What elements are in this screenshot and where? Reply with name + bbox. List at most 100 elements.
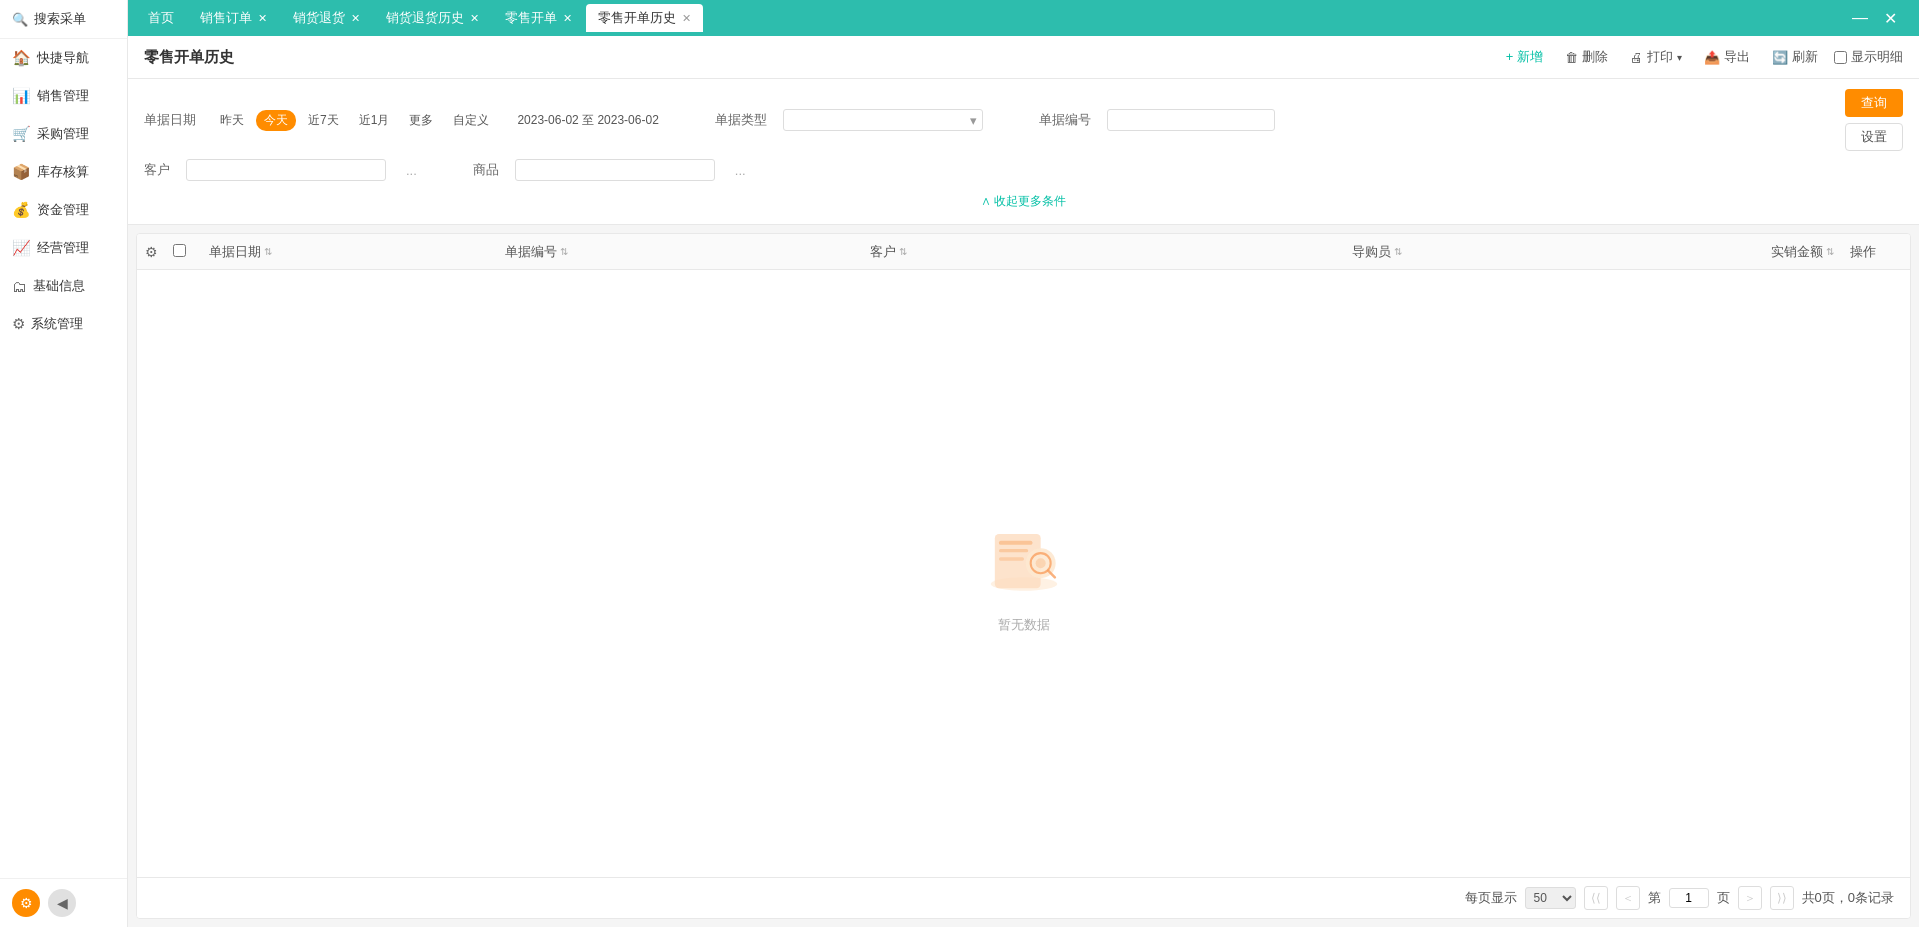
- sidebar-search[interactable]: 🔍 搜索采单: [0, 0, 127, 39]
- empty-illustration: [974, 514, 1074, 604]
- th-date-label: 单据日期: [209, 243, 261, 261]
- th-customer[interactable]: 客户 ⇅: [862, 243, 1344, 261]
- last-page-button[interactable]: ⟩⟩: [1770, 886, 1794, 910]
- sidebar-item-label: 快捷导航: [37, 49, 89, 67]
- tab-sales-return-history[interactable]: 销货退货历史 ✕: [374, 4, 491, 32]
- sidebar-item-system[interactable]: ⚙ 系统管理: [0, 305, 127, 343]
- doc-no-label: 单据编号: [1039, 111, 1091, 129]
- sort-no-icon: ⇅: [560, 246, 568, 257]
- export-button-label: 导出: [1724, 48, 1750, 66]
- sidebar-item-sales-mgmt[interactable]: 📊 销售管理: [0, 77, 127, 115]
- tab-sales-order[interactable]: 销售订单 ✕: [188, 4, 279, 32]
- refresh-button-label: 刷新: [1792, 48, 1818, 66]
- filter-row-2: 客户 ... 商品 ...: [144, 159, 1903, 181]
- customer-input[interactable]: [186, 159, 386, 181]
- tab-home[interactable]: 首页: [136, 4, 186, 32]
- show-detail-label: 显示明细: [1851, 48, 1903, 66]
- select-all-checkbox[interactable]: [173, 244, 186, 257]
- date-opt-1month[interactable]: 近1月: [351, 110, 398, 131]
- doc-no-input[interactable]: [1107, 109, 1275, 131]
- topbar-right: — ✕: [1848, 9, 1911, 28]
- finance-icon: 💰: [12, 201, 31, 219]
- customer-dots[interactable]: ...: [406, 163, 417, 178]
- sales-icon: 📊: [12, 87, 31, 105]
- settings-button[interactable]: ⚙: [12, 889, 40, 917]
- sidebar-item-basic-info[interactable]: 🗂 基础信息: [0, 267, 127, 305]
- tab-close-sales-return-history[interactable]: ✕: [470, 12, 479, 25]
- sidebar-bottom: ⚙ ◀: [0, 878, 127, 927]
- close-button[interactable]: ✕: [1880, 9, 1901, 28]
- sidebar-item-purchase-mgmt[interactable]: 🛒 采购管理: [0, 115, 127, 153]
- sidebar-item-finance[interactable]: 💰 资金管理: [0, 191, 127, 229]
- th-amount-label: 实销金额: [1771, 243, 1823, 261]
- refresh-button[interactable]: 🔄 刷新: [1766, 44, 1824, 70]
- page-content: 零售开单历史 + 新增 🗑 删除 🖨 打印 ▾ 📤 导出: [128, 36, 1919, 927]
- print-button[interactable]: 🖨 打印 ▾: [1624, 44, 1688, 70]
- sidebar-item-label: 经营管理: [37, 239, 89, 257]
- sidebar-item-label: 基础信息: [33, 277, 85, 295]
- th-guide-label: 导购员: [1352, 243, 1391, 261]
- print-chevron-icon: ▾: [1677, 52, 1682, 63]
- date-opt-more[interactable]: 更多: [401, 110, 441, 131]
- sort-customer-icon: ⇅: [899, 246, 907, 257]
- collapse-more-button[interactable]: ∧ 收起更多条件: [144, 189, 1903, 214]
- minimize-button[interactable]: —: [1848, 9, 1872, 27]
- sidebar-item-quick-nav[interactable]: 🏠 快捷导航: [0, 39, 127, 77]
- date-opt-7days[interactable]: 近7天: [300, 110, 347, 131]
- page-word: 第: [1648, 889, 1661, 907]
- empty-text: 暂无数据: [998, 616, 1050, 634]
- empty-state: 暂无数据: [137, 270, 1910, 877]
- sidebar-item-business[interactable]: 📈 经营管理: [0, 229, 127, 267]
- tab-retail-open[interactable]: 零售开单 ✕: [493, 4, 584, 32]
- sidebar-item-label: 系统管理: [31, 315, 83, 333]
- tab-close-retail-open-history[interactable]: ✕: [682, 12, 691, 25]
- th-customer-label: 客户: [870, 243, 896, 261]
- tab-close-sales-return[interactable]: ✕: [351, 12, 360, 25]
- page-label: 页: [1717, 889, 1730, 907]
- sort-date-icon: ⇅: [264, 246, 272, 257]
- setting-button[interactable]: 设置: [1845, 123, 1903, 151]
- delete-button[interactable]: 🗑 删除: [1559, 44, 1614, 70]
- toolbar: 零售开单历史 + 新增 🗑 删除 🖨 打印 ▾ 📤 导出: [128, 36, 1919, 79]
- doc-type-select[interactable]: [783, 109, 983, 131]
- tab-close-sales-order[interactable]: ✕: [258, 12, 267, 25]
- sidebar-item-label: 采购管理: [37, 125, 89, 143]
- prev-page-button[interactable]: ＜: [1616, 886, 1640, 910]
- tab-retail-open-history[interactable]: 零售开单历史 ✕: [586, 4, 703, 32]
- th-no[interactable]: 单据编号 ⇅: [497, 243, 862, 261]
- current-page-input[interactable]: 1: [1669, 888, 1709, 908]
- export-button[interactable]: 📤 导出: [1698, 44, 1756, 70]
- per-page-select[interactable]: 50 20 100: [1525, 887, 1576, 909]
- date-opt-custom[interactable]: 自定义: [445, 110, 497, 131]
- th-amount[interactable]: 实销金额 ⇅: [1593, 243, 1842, 261]
- tab-sales-return[interactable]: 销货退货 ✕: [281, 4, 372, 32]
- search-icon: 🔍: [12, 12, 28, 27]
- th-op: 操作: [1842, 243, 1902, 261]
- tab-sales-return-history-label: 销货退货历史: [386, 9, 464, 27]
- first-page-button[interactable]: ⟨⟨: [1584, 886, 1608, 910]
- date-opt-yesterday[interactable]: 昨天: [212, 110, 252, 131]
- th-guide[interactable]: 导购员 ⇅: [1344, 243, 1593, 261]
- show-detail-input[interactable]: [1834, 51, 1847, 64]
- sidebar-item-label: 库存核算: [37, 163, 89, 181]
- delete-button-label: 删除: [1582, 48, 1608, 66]
- show-detail-checkbox[interactable]: 显示明细: [1834, 48, 1903, 66]
- th-op-label: 操作: [1850, 243, 1876, 261]
- date-opt-today[interactable]: 今天: [256, 110, 296, 131]
- table-select-all[interactable]: [173, 244, 201, 260]
- per-page-label: 每页显示: [1465, 889, 1517, 907]
- table-header: ⚙ 单据日期 ⇅ 单据编号 ⇅ 客户 ⇅ 导购员 ⇅: [137, 234, 1910, 270]
- table-settings-icon[interactable]: ⚙: [145, 244, 173, 260]
- date-label: 单据日期: [144, 111, 196, 129]
- sidebar-item-label: 资金管理: [37, 201, 89, 219]
- collapse-sidebar-button[interactable]: ◀: [48, 889, 76, 917]
- new-button[interactable]: + 新增: [1500, 44, 1549, 70]
- query-button[interactable]: 查询: [1845, 89, 1903, 117]
- goods-dots[interactable]: ...: [735, 163, 746, 178]
- th-date[interactable]: 单据日期 ⇅: [201, 243, 497, 261]
- customer-label: 客户: [144, 161, 170, 179]
- goods-input[interactable]: [515, 159, 715, 181]
- tab-close-retail-open[interactable]: ✕: [563, 12, 572, 25]
- sidebar-item-inventory[interactable]: 📦 库存核算: [0, 153, 127, 191]
- next-page-button[interactable]: ＞: [1738, 886, 1762, 910]
